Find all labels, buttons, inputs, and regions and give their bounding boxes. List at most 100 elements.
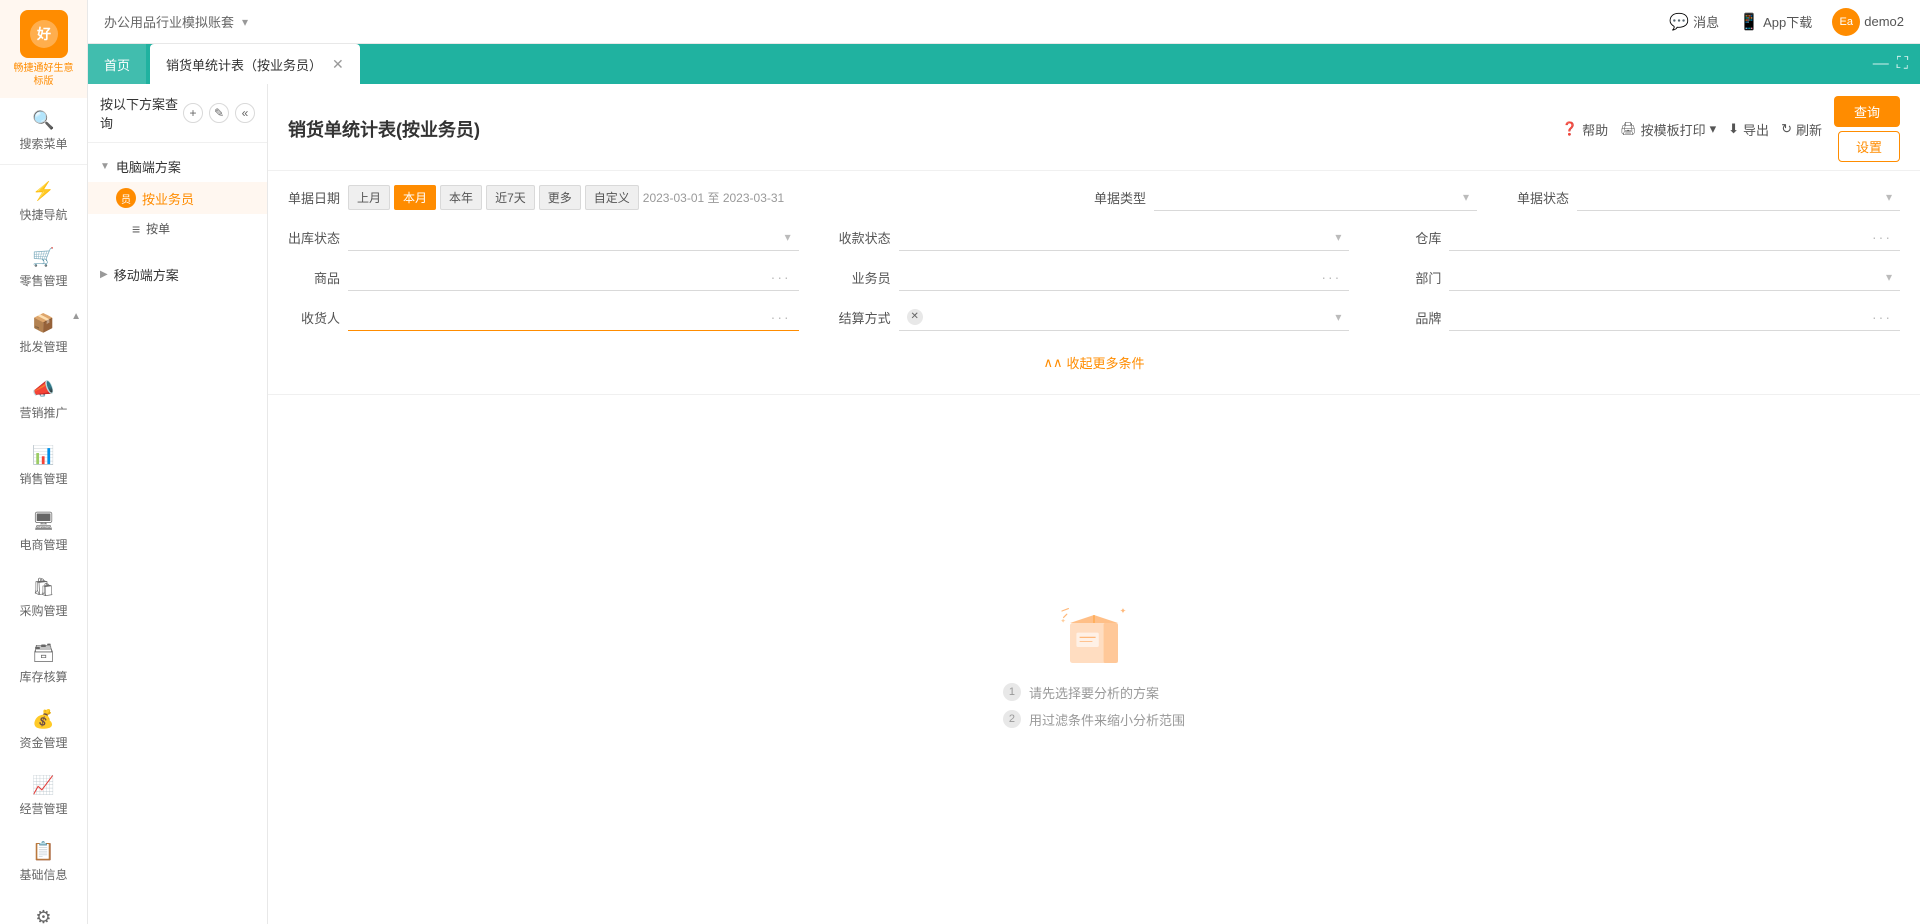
date-custom[interactable]: 自定义 (585, 185, 639, 210)
sidebar-item-quick-nav[interactable]: ⚡ 快捷导航 (0, 169, 87, 235)
template-print-button[interactable]: 🖨 按模板打印 ▾ (1620, 120, 1716, 139)
sidebar-item-label: 快捷导航 (19, 206, 67, 223)
filter-payment: 结算方式 ✕ ▾ (839, 303, 1350, 331)
left-panel-header: 按以下方案查询 + ✎ « (88, 84, 267, 143)
sidebar-item-purchase[interactable]: 🛍 采购管理 (0, 565, 87, 631)
sidebar: 好 畅捷通好生意 标版 🔍 搜索菜单 ⚡ 快捷导航 🛒 零售管理 📦 批发管理 … (0, 0, 88, 924)
content-wrapper: 按以下方案查询 + ✎ « ▼ 电脑端方案 (88, 84, 1920, 924)
tab-sales-stat[interactable]: 销货单统计表（按业务员） ✕ (150, 44, 360, 84)
page-title: 销货单统计表(按业务员) (288, 116, 480, 142)
query-button[interactable]: 查询 (1834, 96, 1900, 127)
tip-text-2: 用过滤条件来缩小分析范围 (1029, 710, 1185, 729)
warehouse-label: 仓库 (1389, 228, 1441, 247)
receiver-control[interactable]: ··· (348, 303, 799, 331)
user-menu-button[interactable]: Ea demo2 (1832, 8, 1904, 36)
marketing-icon: 📣 (32, 379, 54, 400)
warehouse-control[interactable]: ··· (1449, 223, 1900, 251)
doc-status-label: 单据状态 (1517, 188, 1569, 207)
sidebar-item-business[interactable]: 📈 经营管理 (0, 763, 87, 829)
app-download-button[interactable]: 📱 App下载 (1739, 12, 1812, 32)
panel-actions: + ✎ « (183, 103, 255, 123)
panel-add-button[interactable]: + (183, 103, 203, 123)
sidebar-item-label: 搜索菜单 (19, 135, 67, 152)
order-icon: ≡ (132, 221, 140, 237)
payment-label: 结算方式 (839, 308, 891, 327)
date-last-7[interactable]: 近7天 (486, 185, 535, 210)
panel-collapse-button[interactable]: « (235, 103, 255, 123)
refresh-button[interactable]: ↻ 刷新 (1781, 120, 1822, 139)
sidebar-item-label: 采购管理 (19, 602, 67, 619)
date-current-month[interactable]: 本月 (394, 185, 436, 210)
tip-text-1: 请先选择要分析的方案 (1029, 683, 1159, 702)
out-status-control[interactable]: ▾ (348, 223, 799, 251)
filter-brand: 品牌 ··· (1389, 303, 1900, 331)
filter-row-2: 出库状态 ▾ 收款状态 ▾ (288, 223, 1900, 251)
panel-edit-button[interactable]: ✎ (209, 103, 229, 123)
tab-close-icon[interactable]: ✕ (332, 56, 344, 73)
payment-control[interactable]: ✕ ▾ (899, 303, 1350, 331)
export-button[interactable]: ⬇ 导出 (1728, 120, 1769, 139)
filter-receiver: 收货人 ··· (288, 303, 799, 331)
filter-area: 单据日期 上月 本月 本年 近7天 更多 自定义 2023-03-01 至 20… (268, 171, 1920, 395)
date-more[interactable]: 更多 (539, 185, 581, 210)
group-arrow-icon: ▼ (100, 161, 110, 172)
settings-button[interactable]: 设置 (1838, 131, 1900, 162)
data-area: ✦ ✦ 1 请先选择要分析的方案 2 用过滤条件来缩小分析范围 (268, 395, 1920, 924)
app-logo: 好 畅捷通好生意 标版 (0, 0, 87, 98)
svg-text:✦: ✦ (1060, 618, 1065, 625)
scheme-item-by-order[interactable]: ≡ 按单 (88, 214, 267, 243)
sidebar-item-finance[interactable]: 💰 资金管理 (0, 697, 87, 763)
sidebar-item-marketing[interactable]: 📣 营销推广 (0, 367, 87, 433)
sidebar-item-label: 营销推广 (19, 404, 67, 421)
print-dropdown-icon[interactable]: ▾ (1710, 121, 1717, 137)
scheme-item-by-salesman[interactable]: 员 按业务员 (88, 182, 267, 214)
filter-row-4: 收货人 ··· 结算方式 ✕ ▾ (288, 303, 1900, 331)
scheme-group-desktop-header[interactable]: ▼ 电脑端方案 (88, 151, 267, 182)
brand-control[interactable]: ··· (1449, 303, 1900, 331)
left-panel: 按以下方案查询 + ✎ « ▼ 电脑端方案 (88, 84, 268, 924)
salesman-control[interactable]: ··· (899, 263, 1350, 291)
filter-salesman: 业务员 ··· (839, 263, 1350, 291)
logo-text: 畅捷通好生意 标版 (14, 62, 74, 88)
date-last-month[interactable]: 上月 (348, 185, 390, 210)
sidebar-item-search-menu[interactable]: 🔍 搜索菜单 (0, 98, 87, 165)
filter-doc-type: 单据类型 ▾ (1094, 183, 1477, 211)
date-range-display: 2023-03-01 至 2023-03-31 (643, 189, 784, 206)
receiver-label: 收货人 (288, 308, 340, 327)
edit-icon: ✎ (214, 106, 224, 120)
department-control[interactable]: ▾ (1449, 263, 1900, 291)
scheme-group-desktop: ▼ 电脑端方案 员 按业务员 ≡ 按单 (88, 143, 267, 251)
workspace-dropdown-arrow[interactable]: ▾ (242, 15, 248, 29)
help-button[interactable]: ❓ 帮助 (1562, 120, 1608, 139)
tab-minimize-icon[interactable]: — (1873, 55, 1889, 73)
sidebar-item-inventory[interactable]: 🗃 库存核算 (0, 631, 87, 697)
date-current-year[interactable]: 本年 (440, 185, 482, 210)
collapse-button[interactable]: ∧∧ 收起更多条件 (1043, 347, 1144, 378)
doc-type-dropdown-icon: ▾ (1463, 190, 1469, 204)
receipt-status-control[interactable]: ▾ (899, 223, 1350, 251)
brand-label: 品牌 (1389, 308, 1441, 327)
scheme-group-mobile-header[interactable]: ▶ 移动端方案 (88, 259, 267, 290)
sidebar-item-basic[interactable]: 📋 基础信息 (0, 829, 87, 895)
collapse-icon: « (242, 106, 249, 120)
sidebar-item-sales[interactable]: 📊 销售管理 (0, 433, 87, 499)
doc-type-control[interactable]: ▾ (1154, 183, 1477, 211)
sidebar-item-system[interactable]: ⚙ 系统管理 (0, 895, 87, 924)
tip-num-1: 1 (1003, 683, 1021, 701)
tab-maximize-icon[interactable]: ⛶ (1897, 55, 1908, 73)
export-icon: ⬇ (1728, 121, 1739, 137)
sidebar-item-label: 经营管理 (19, 800, 67, 817)
svg-text:好: 好 (36, 26, 51, 42)
help-icon: ❓ (1562, 121, 1578, 137)
messages-button[interactable]: 💬 消息 (1669, 12, 1719, 32)
sidebar-item-label: 批发管理 (19, 338, 67, 355)
sidebar-item-retail[interactable]: 🛒 零售管理 (0, 235, 87, 301)
sidebar-item-wholesale[interactable]: 📦 批发管理 ▲ (0, 301, 87, 367)
payment-clear-icon[interactable]: ✕ (907, 309, 923, 325)
tab-home[interactable]: 首页 (88, 44, 146, 84)
goods-control[interactable]: ··· (348, 263, 799, 291)
doc-status-control[interactable]: ▾ (1577, 183, 1900, 211)
sidebar-item-ecommerce[interactable]: 🖥 电商管理 (0, 499, 87, 565)
empty-state: ✦ ✦ 1 请先选择要分析的方案 2 用过滤条件来缩小分析范围 (1003, 591, 1185, 729)
empty-tip-2: 2 用过滤条件来缩小分析范围 (1003, 710, 1185, 729)
